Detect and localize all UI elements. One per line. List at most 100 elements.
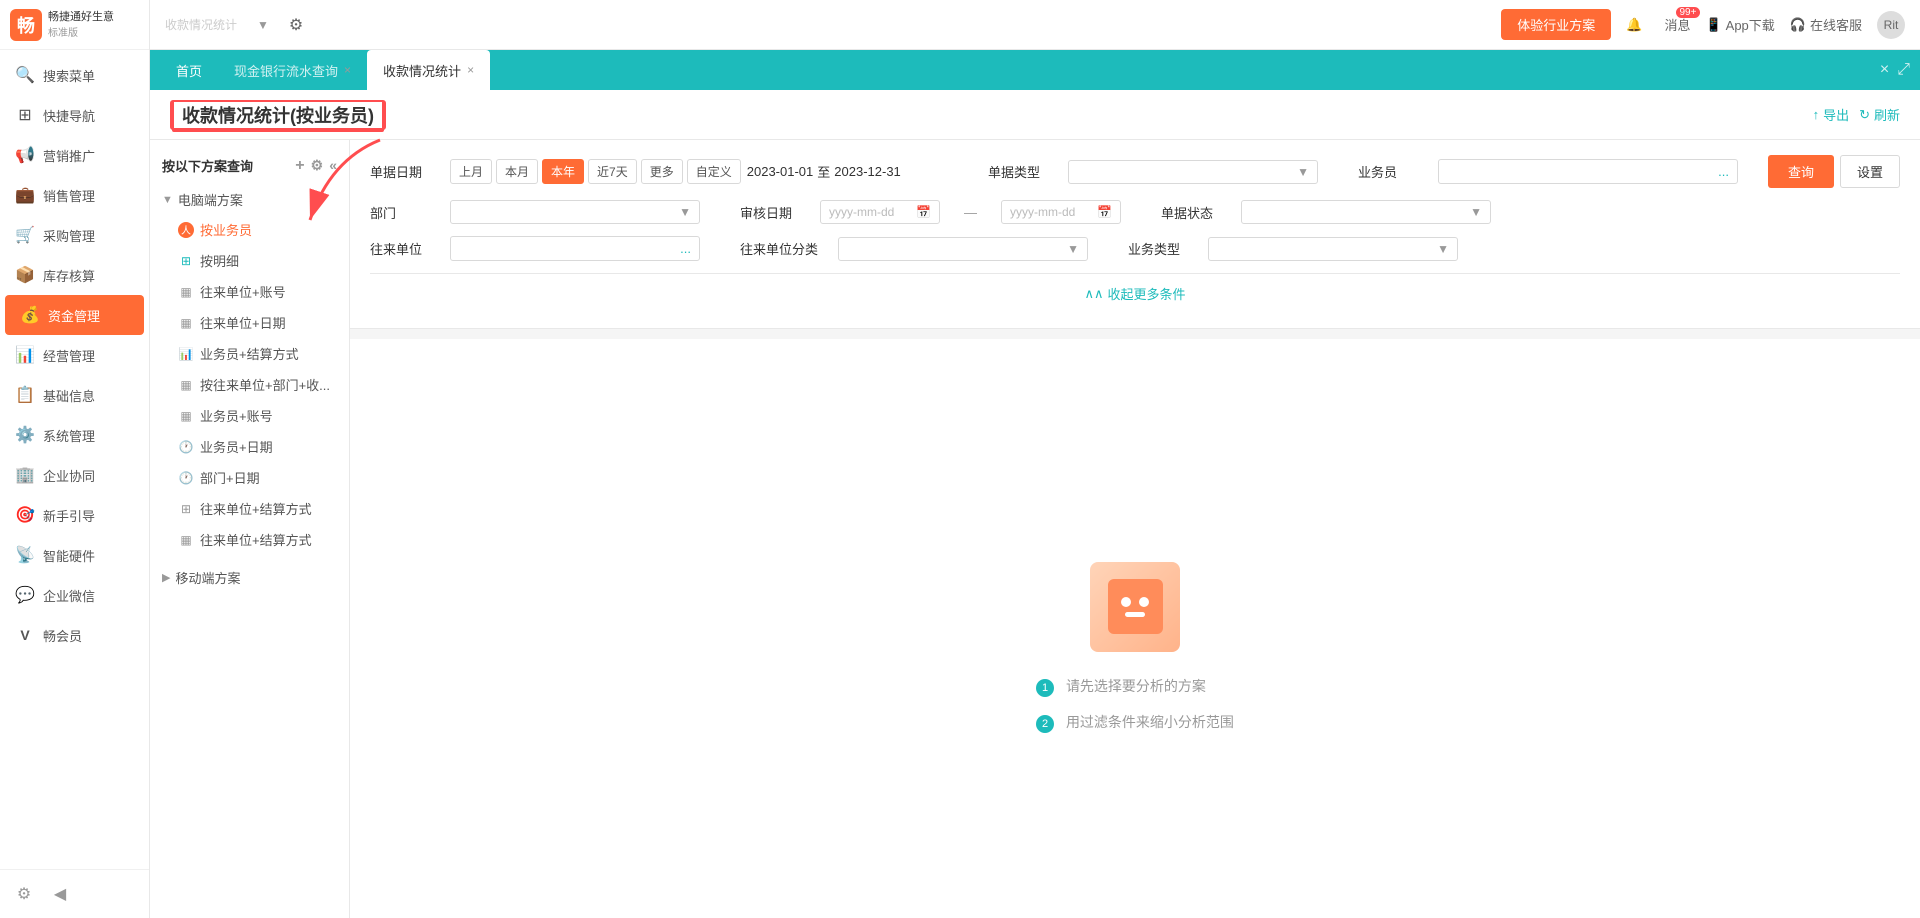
tab-maximize-icon[interactable]: ⤢ [1897,61,1910,79]
logo-icon: 畅 [10,9,42,41]
tabs-end-buttons: × ⤢ [1880,61,1910,79]
sidebar-settings-button[interactable]: ⚙ [10,880,38,908]
panel-collapse-button[interactable]: « [329,157,337,175]
export-button[interactable]: ↑ 导出 [1813,105,1850,124]
tab-home[interactable]: 首页 [160,50,218,90]
review-date-from[interactable]: yyyy-mm-dd 📅 [820,200,940,224]
query-button[interactable]: 查询 [1768,155,1834,188]
doc-type-select[interactable]: ▼ [1068,160,1318,184]
scheme-item-unit-date[interactable]: ▦ 往来单位+日期 [150,307,349,338]
sales-date-icon: 🕐 [178,439,194,455]
date-tab-prev-month[interactable]: 上月 [450,159,492,184]
salesperson-select[interactable]: ... [1438,159,1738,184]
sidebar-item-purchase[interactable]: 🛒 采购管理 [0,215,149,255]
salesperson-more-btn[interactable]: ... [1718,164,1729,179]
dept-select[interactable]: ▼ [450,200,700,224]
filter-row-2: 部门 ▼ 审核日期 yyyy-mm-dd 📅 — yyyy-mm-dd 📅 [370,200,1900,224]
operation-icon: 📊 [15,345,35,365]
robot-face [1108,579,1163,634]
service-icon: 🎧 [1790,17,1806,33]
sidebar-bottom: ⚙ ◀ [0,869,149,918]
date-tab-more[interactable]: 更多 [641,159,683,184]
marketing-icon: 📢 [15,145,35,165]
sidebar-item-system[interactable]: ⚙️ 系统管理 [0,415,149,455]
desktop-group-toggle[interactable]: ▼ 电脑端方案 [150,185,349,214]
scheme-item-unit-account[interactable]: ▦ 往来单位+账号 [150,276,349,307]
scheme-item-unit-calc[interactable]: ⊞ 往来单位+结算方式 [150,493,349,524]
counterpart-more-btn[interactable]: ... [680,241,691,256]
online-service-area[interactable]: 🎧 在线客服 [1790,15,1862,34]
unit-account-label: 往来单位+账号 [200,282,286,301]
collapse-icon: ∧∧ [1084,286,1103,302]
date-tab-custom[interactable]: 自定义 [687,159,741,184]
scheme-item-unit-dept[interactable]: ▦ 按往来单位+部门+收... [150,369,349,400]
sidebar-item-member[interactable]: V 畅会员 [0,615,149,655]
sidebar-item-sales[interactable]: 💼 销售管理 [0,175,149,215]
collapse-more-button[interactable]: ∧∧ 收起更多条件 [1084,284,1185,303]
scheme-item-sales-account[interactable]: ▦ 业务员+账号 [150,400,349,431]
collapse-more-bar[interactable]: ∧∧ 收起更多条件 [370,273,1900,313]
refresh-button[interactable]: ↻ 刷新 [1859,105,1900,124]
sales-account-icon: ▦ [178,408,194,424]
sidebar-item-newbie[interactable]: 🎯 新手引导 [0,495,149,535]
date-to: 2023-12-31 [834,164,901,179]
sidebar-item-enterprise[interactable]: 🏢 企业协同 [0,455,149,495]
sidebar-item-wechat[interactable]: 💬 企业微信 [0,575,149,615]
biz-type-select[interactable]: ▼ [1208,237,1458,261]
export-icon: ↑ [1813,107,1820,122]
scheme-item-salesperson[interactable]: 人 按业务员 [150,214,349,245]
step2-text: 用过滤条件来缩小分析范围 [1066,714,1234,730]
dept-date-label: 部门+日期 [200,468,260,487]
date-tab-last7[interactable]: 近7天 [588,159,637,184]
review-date-to[interactable]: yyyy-mm-dd 📅 [1001,200,1121,224]
app-download-area[interactable]: 📱 App下载 [1705,15,1774,34]
tab-receipt[interactable]: 收款情况统计 × [367,50,490,90]
sidebar-item-inventory[interactable]: 📦 库存核算 [0,255,149,295]
sidebar-item-search[interactable]: 🔍 搜索菜单 [0,55,149,95]
sidebar-item-operation[interactable]: 📊 经营管理 [0,335,149,375]
panel-header-actions: + ⚙ « [295,157,337,175]
counterpart-select[interactable]: ... [450,236,700,261]
chevron-down-icon[interactable]: ▼ [257,18,269,32]
gear-icon[interactable]: ⚙ [289,17,303,34]
sidebar-item-finance[interactable]: 💰 资金管理 [5,295,144,335]
empty-step-2: 2 用过滤条件来缩小分析范围 [1036,708,1234,736]
counterpart-label: 往来单位 [370,239,430,258]
scheme-item-detail[interactable]: ⊞ 按明细 [150,245,349,276]
tab-receipt-close[interactable]: × [467,63,474,77]
robot-body [1090,562,1180,652]
review-date-label: 审核日期 [740,203,800,222]
mobile-group-toggle[interactable]: ▶ 移动端方案 [150,563,349,592]
user-avatar[interactable]: Rit [1877,11,1905,39]
scheme-item-unit-calc2[interactable]: ▦ 往来单位+结算方式 [150,524,349,555]
sidebar-collapse-button[interactable]: ◀ [46,880,74,908]
sidebar-item-hardware[interactable]: 📡 智能硬件 [0,535,149,575]
inventory-icon: 📦 [15,265,35,285]
date-tab-this-year[interactable]: 本年 [542,159,584,184]
settings-filter-button[interactable]: 设置 [1840,155,1900,188]
sidebar-item-marketing[interactable]: 📢 营销推广 [0,135,149,175]
add-scheme-button[interactable]: + [295,157,304,175]
quicknav-icon: ⊞ [15,105,35,125]
date-tab-this-month[interactable]: 本月 [496,159,538,184]
unit-dept-label: 按往来单位+部门+收... [200,375,330,394]
tab-bank[interactable]: 现金银行流水查询 × [218,50,367,90]
empty-steps: 1 请先选择要分析的方案 2 用过滤条件来缩小分析范围 [1036,672,1234,736]
tab-close-all-icon[interactable]: × [1880,61,1889,79]
trial-button[interactable]: 体验行业方案 [1501,9,1611,40]
basic-icon: 📋 [15,385,35,405]
salesperson-label: 业务员 [1358,162,1418,181]
sales-icon: 💼 [15,185,35,205]
message-icon-area[interactable]: 🔔 99+ 消息 [1626,15,1690,34]
doc-status-select[interactable]: ▼ [1241,200,1491,224]
salesperson-scheme-icon: 人 [178,222,194,238]
review-date-to-placeholder: yyyy-mm-dd [1010,205,1075,219]
tab-bank-close[interactable]: × [344,63,351,77]
sidebar-item-quicknav[interactable]: ⊞ 快捷导航 [0,95,149,135]
scheme-item-sales-date[interactable]: 🕐 业务员+日期 [150,431,349,462]
counterpart-class-select[interactable]: ▼ [838,237,1088,261]
scheme-item-sales-calc[interactable]: 📊 业务员+结算方式 [150,338,349,369]
scheme-item-dept-date[interactable]: 🕐 部门+日期 [150,462,349,493]
scheme-settings-button[interactable]: ⚙ [311,157,324,175]
sidebar-item-basic[interactable]: 📋 基础信息 [0,375,149,415]
